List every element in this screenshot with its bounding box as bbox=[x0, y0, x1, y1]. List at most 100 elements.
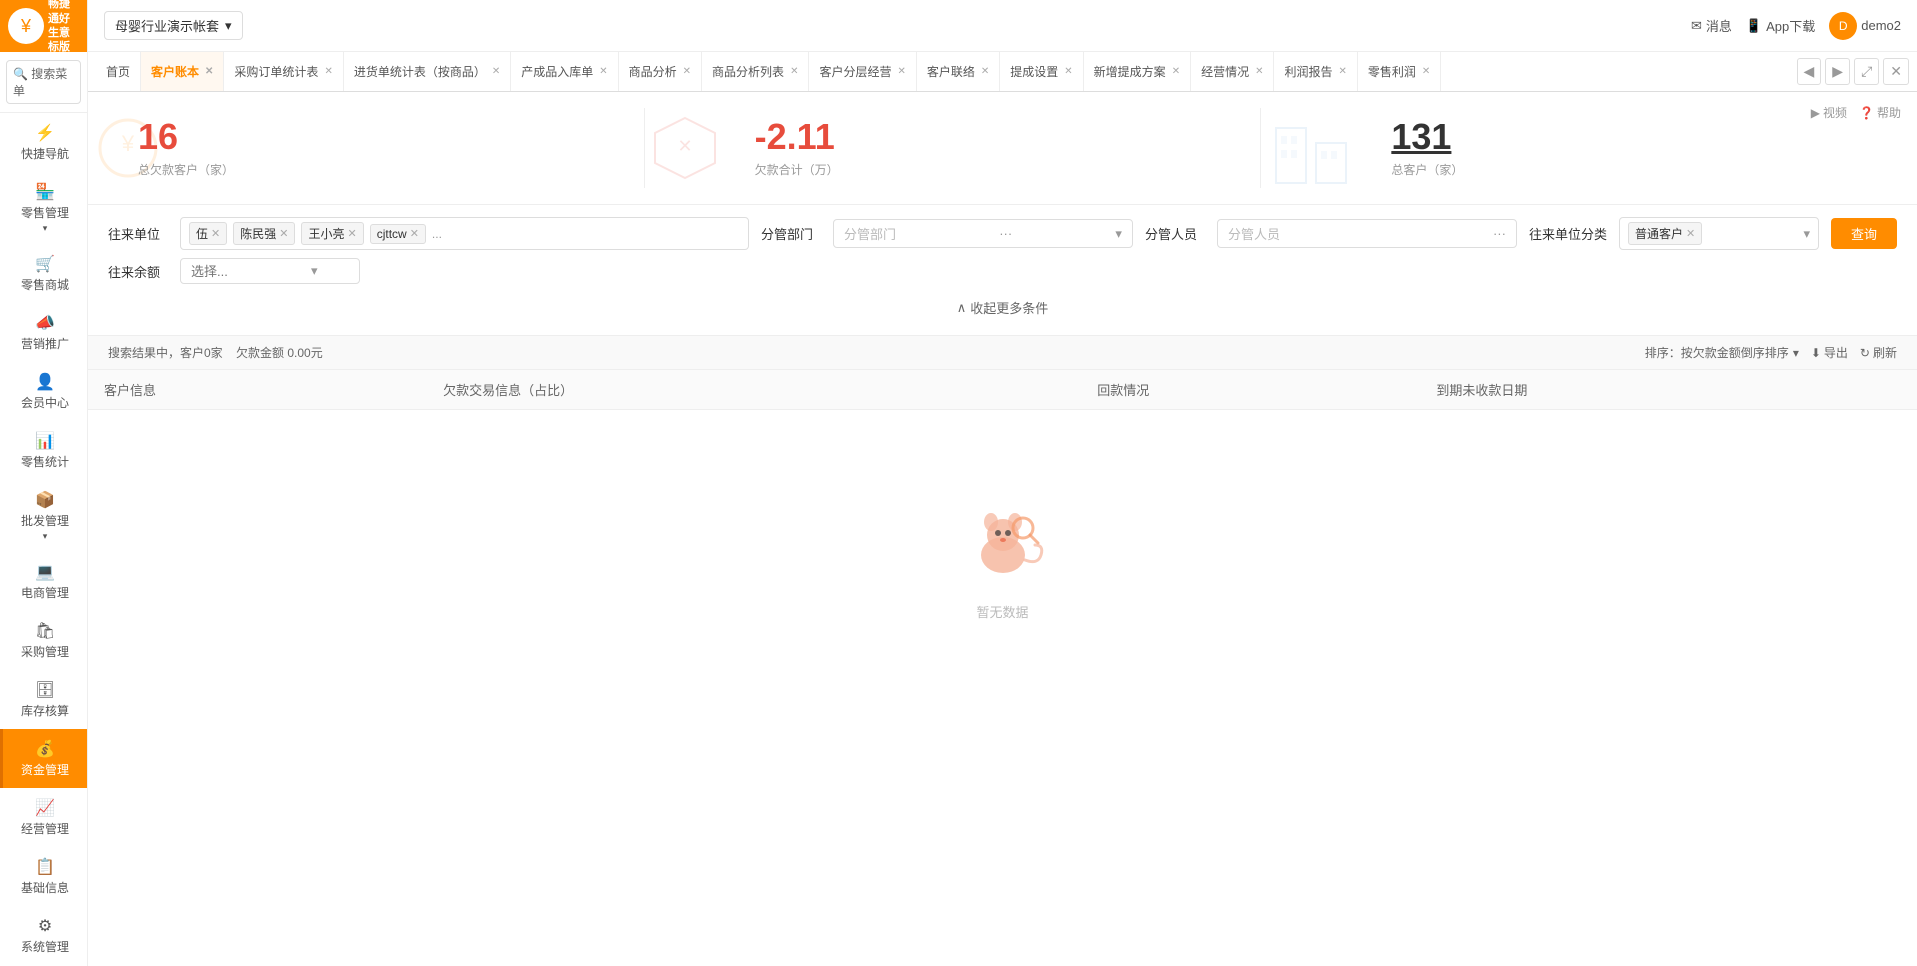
tab-mention-settings[interactable]: 提成设置✕ bbox=[1000, 52, 1083, 92]
unit-balance-arrow-icon[interactable]: ▾ bbox=[311, 263, 318, 279]
unit-balance-field[interactable] bbox=[191, 264, 311, 279]
tab-product-analysis-list-close[interactable]: ✕ bbox=[790, 66, 798, 77]
tab-retail-profit[interactable]: 零售利润 ✕ bbox=[1358, 52, 1441, 92]
tab-mention-settings-close[interactable]: ✕ bbox=[1064, 66, 1072, 77]
message-label: 消息 bbox=[1706, 16, 1732, 35]
sys-manage-icon: ⚙ bbox=[38, 916, 52, 936]
basic-info-icon: 📋 bbox=[35, 857, 55, 877]
sidebar-item-sys-manage[interactable]: ⚙ 系统管理 bbox=[0, 906, 87, 965]
sidebar-item-retail-manage[interactable]: 🏪 零售管理 ▾ bbox=[0, 172, 87, 244]
tab-new-mention-plan-close[interactable]: ✕ bbox=[1172, 66, 1180, 77]
tab-product-analysis[interactable]: 商品分析✕ bbox=[619, 52, 702, 92]
finance-manage-label: 资金管理 bbox=[21, 761, 69, 778]
tab-customer-contact[interactable]: 客户联络✕ bbox=[917, 52, 1000, 92]
branch-person-select[interactable]: 分管人员 ··· bbox=[1217, 219, 1517, 248]
result-bar: 搜索结果中，客户0家 欠款金额 0.00元 排序：按欠款金额倒序排序 ▾ ⬇ 导… bbox=[88, 336, 1917, 370]
help-area: ▶ 视频 ❓ 帮助 bbox=[1811, 104, 1901, 121]
tab-maximize-button[interactable]: ⤢ bbox=[1854, 58, 1879, 85]
filter-tag-4[interactable]: cjttcw ✕ bbox=[370, 224, 426, 244]
purchase-manage-label: 采购管理 bbox=[21, 643, 69, 660]
filter-tag-2-close[interactable]: ✕ bbox=[279, 227, 288, 240]
filter-tag-1[interactable]: 伍 ✕ bbox=[189, 222, 227, 245]
tab-ops-situation[interactable]: 经营情况✕ bbox=[1191, 52, 1274, 92]
tab-retail-profit-label: 零售利润 bbox=[1368, 63, 1416, 80]
sidebar-item-ecom-manage[interactable]: 💻 电商管理 bbox=[0, 552, 87, 611]
tab-scroll-right-button[interactable]: ▶ bbox=[1825, 58, 1850, 85]
unit-category-label: 往来单位分类 bbox=[1529, 224, 1607, 243]
tab-purchase-instock-stats[interactable]: 进货单统计表（按商品）✕ bbox=[344, 52, 511, 92]
unit-category-tag-close[interactable]: ✕ bbox=[1686, 227, 1695, 240]
tab-controls: ◀ ▶ ⤢ ✕ bbox=[1797, 58, 1910, 85]
sidebar-item-finance-manage[interactable]: 💰 资金管理 bbox=[0, 729, 87, 788]
filter-tag-1-close[interactable]: ✕ bbox=[211, 227, 220, 240]
sidebar-item-purchase-manage[interactable]: 🛍 采购管理 bbox=[0, 611, 87, 670]
tab-close-all-button[interactable]: ✕ bbox=[1883, 58, 1909, 85]
tab-home[interactable]: 首页 bbox=[96, 52, 141, 92]
tab-customer-contact-close[interactable]: ✕ bbox=[981, 66, 989, 77]
app-selector[interactable]: 母婴行业演示帐套 ▾ bbox=[104, 11, 243, 40]
branch-dept-arrow-icon: ▾ bbox=[1115, 226, 1122, 242]
ops-manage-label: 经营管理 bbox=[21, 820, 69, 837]
sidebar-item-basic-info[interactable]: 📋 基础信息 bbox=[0, 847, 87, 906]
sidebar-item-quick-nav[interactable]: ⚡ 快捷导航 bbox=[0, 113, 87, 172]
user-profile-button[interactable]: D demo2 bbox=[1829, 12, 1901, 40]
sidebar-item-retail-store[interactable]: 🛒 零售商城 bbox=[0, 244, 87, 303]
tab-scroll-left-button[interactable]: ◀ bbox=[1797, 58, 1822, 85]
unit-balance-label: 往来余额 bbox=[108, 262, 168, 281]
search-menu-button[interactable]: 🔍 搜索菜单 bbox=[6, 60, 81, 104]
ops-manage-icon: 📈 bbox=[35, 798, 55, 818]
sidebar-item-inventory-check[interactable]: 🗄 库存核算 bbox=[0, 670, 87, 729]
unit-category-select[interactable]: 普通客户 ✕ ▾ bbox=[1619, 217, 1819, 250]
tab-profit-report-close[interactable]: ✕ bbox=[1339, 66, 1347, 77]
tab-retail-profit-close[interactable]: ✕ bbox=[1422, 66, 1430, 77]
sidebar-item-member-center[interactable]: 👤 会员中心 bbox=[0, 362, 87, 421]
sidebar-item-retail-stats[interactable]: 📊 零售统计 bbox=[0, 421, 87, 480]
filter-tag-3[interactable]: 王小亮 ✕ bbox=[301, 222, 363, 245]
tab-purchase-instock-stats-close[interactable]: ✕ bbox=[492, 66, 500, 77]
help-button[interactable]: ❓ 帮助 bbox=[1859, 104, 1901, 121]
tab-product-instock[interactable]: 产成品入库单 ✕ bbox=[511, 52, 618, 92]
data-table-wrap: 客户信息 欠款交易信息（占比） 回款情况 到期未收款日期 bbox=[88, 370, 1917, 966]
tab-product-instock-label: 产成品入库单 bbox=[521, 63, 593, 80]
filter-tag-4-close[interactable]: ✕ bbox=[410, 227, 419, 240]
unit-category-tag[interactable]: 普通客户 ✕ bbox=[1628, 222, 1702, 245]
sort-select[interactable]: 排序：按欠款金额倒序排序 ▾ bbox=[1645, 344, 1799, 361]
tabs-list: 首页客户账本✕采购订单统计表✕进货单统计表（按商品）✕产成品入库单✕商品分析✕商… bbox=[96, 52, 1797, 92]
video-help-button[interactable]: ▶ 视频 bbox=[1811, 104, 1847, 121]
tab-product-analysis-close[interactable]: ✕ bbox=[683, 66, 691, 77]
export-button[interactable]: ⬇ 导出 bbox=[1811, 344, 1848, 361]
tab-product-analysis-list[interactable]: 商品分析列表✕ bbox=[702, 52, 809, 92]
filter-tags-unit[interactable]: 伍 ✕ 陈民强 ✕ 王小亮 ✕ cjttcw ✕ ... bbox=[180, 217, 749, 250]
tab-customer-tier[interactable]: 客户分层经营✕ bbox=[809, 52, 916, 92]
message-button[interactable]: ✉ 消息 bbox=[1691, 16, 1732, 35]
sidebar-item-ops-manage[interactable]: 📈 经营管理 bbox=[0, 788, 87, 847]
tab-purchase-order-stats[interactable]: 采购订单统计表✕ bbox=[224, 52, 343, 92]
tab-ops-situation-close[interactable]: ✕ bbox=[1255, 66, 1263, 77]
filter-row-1: 往来单位 伍 ✕ 陈民强 ✕ 王小亮 ✕ cjttcw bbox=[108, 217, 1897, 250]
branch-person-more-icon: ··· bbox=[1493, 226, 1506, 241]
tab-customer-tier-close[interactable]: ✕ bbox=[897, 66, 905, 77]
filter-tag-2[interactable]: 陈民强 ✕ bbox=[233, 222, 295, 245]
filter-more-tags[interactable]: ... bbox=[432, 227, 442, 241]
query-button[interactable]: 查询 bbox=[1831, 218, 1897, 249]
tab-new-mention-plan[interactable]: 新增提成方案✕ bbox=[1084, 52, 1191, 92]
purchase-manage-icon: 🛍 bbox=[35, 621, 55, 641]
app-download-icon: 📱 bbox=[1746, 18, 1762, 34]
tab-product-instock-close[interactable]: ✕ bbox=[599, 66, 607, 77]
branch-dept-select[interactable]: 分管部门 ··· ▾ bbox=[833, 219, 1133, 248]
filter-bar: 往来单位 伍 ✕ 陈民强 ✕ 王小亮 ✕ cjttcw bbox=[88, 205, 1917, 336]
filter-tag-3-label: 王小亮 bbox=[308, 225, 344, 242]
filter-tag-3-close[interactable]: ✕ bbox=[347, 227, 356, 240]
sidebar-search-area[interactable]: 🔍 搜索菜单 bbox=[0, 52, 87, 113]
tab-purchase-order-stats-close[interactable]: ✕ bbox=[324, 66, 332, 77]
empty-state-icon bbox=[953, 490, 1053, 590]
collapse-filters-button[interactable]: ∧ 收起更多条件 bbox=[108, 292, 1897, 323]
sidebar-item-wholesale-manage[interactable]: 📦 批发管理 ▾ bbox=[0, 480, 87, 552]
tab-customer-book-close[interactable]: ✕ bbox=[205, 66, 213, 77]
tab-customer-book[interactable]: 客户账本✕ bbox=[141, 52, 224, 92]
unit-balance-input[interactable]: ▾ bbox=[180, 258, 360, 284]
app-download-button[interactable]: 📱 App下载 bbox=[1746, 16, 1815, 35]
tab-profit-report[interactable]: 利润报告✕ bbox=[1274, 52, 1357, 92]
refresh-button[interactable]: ↻ 刷新 bbox=[1860, 344, 1897, 361]
sidebar-item-marketing[interactable]: 📣 营销推广 bbox=[0, 303, 87, 362]
